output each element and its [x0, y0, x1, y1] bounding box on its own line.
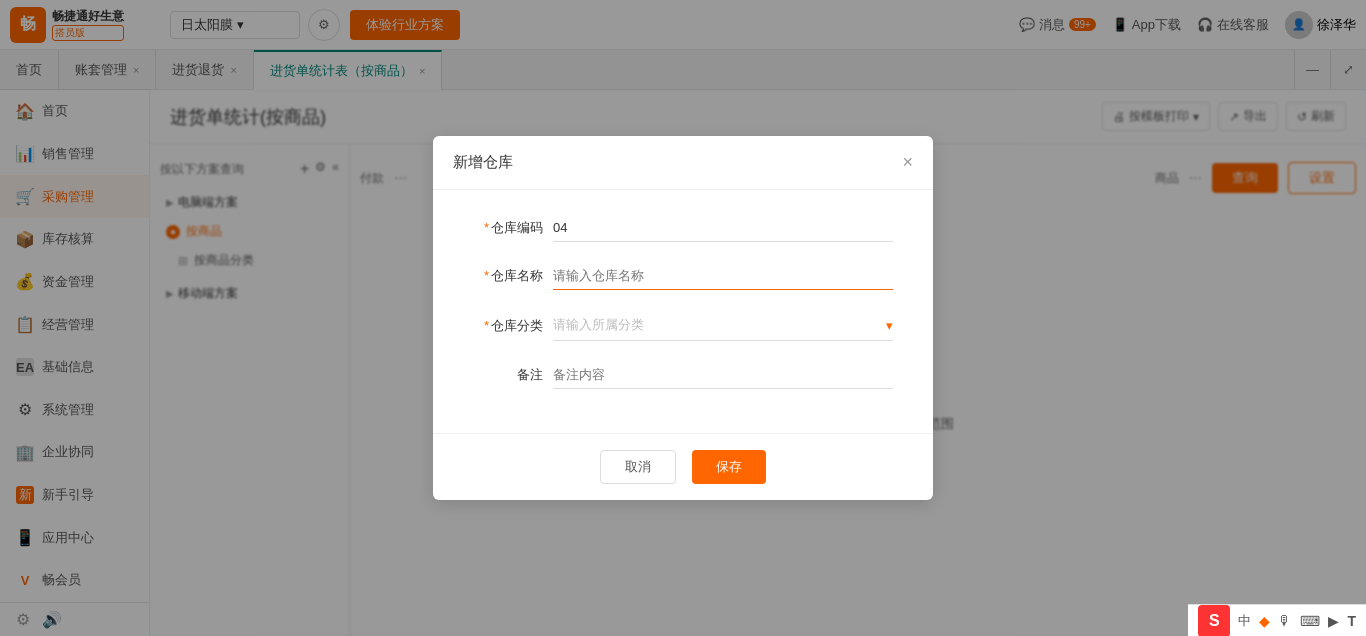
warehouse-category-row: 仓库分类 请输入所属分类 ▾	[473, 310, 893, 341]
dialog-close-button[interactable]: ×	[902, 152, 913, 173]
warehouse-note-input[interactable]	[553, 361, 893, 389]
dialog-header: 新增仓库 ×	[433, 136, 933, 190]
bottom-status-bar: S 中 ◆ 🎙 ⌨ ▶ T	[1188, 604, 1366, 636]
warehouse-note-row: 备注	[473, 361, 893, 389]
mic-icon[interactable]: 🎙	[1278, 613, 1292, 629]
warehouse-code-row: 仓库编码	[473, 214, 893, 242]
warehouse-code-label: 仓库编码	[473, 219, 553, 237]
dialog-body: 仓库编码 仓库名称 仓库分类 请输入所属分类 ▾ 备注	[433, 190, 933, 433]
warehouse-name-row: 仓库名称	[473, 262, 893, 290]
play-icon[interactable]: ▶	[1328, 613, 1339, 629]
cancel-button[interactable]: 取消	[600, 450, 676, 484]
category-placeholder: 请输入所属分类	[553, 316, 644, 334]
save-button[interactable]: 保存	[692, 450, 766, 484]
warehouse-name-input[interactable]	[553, 262, 893, 290]
s-logo: S	[1198, 605, 1230, 637]
warehouse-name-label: 仓库名称	[473, 267, 553, 285]
dialog-footer: 取消 保存	[433, 433, 933, 500]
dialog-title: 新增仓库	[453, 153, 513, 172]
text-icon[interactable]: T	[1347, 613, 1356, 629]
warehouse-note-label: 备注	[473, 366, 553, 384]
category-chevron-icon: ▾	[886, 318, 893, 333]
new-warehouse-dialog: 新增仓库 × 仓库编码 仓库名称 仓库分类 请输入所属分类 ▾	[433, 136, 933, 500]
warehouse-category-select[interactable]: 请输入所属分类 ▾	[553, 310, 893, 341]
warehouse-category-label: 仓库分类	[473, 317, 553, 335]
warehouse-code-input[interactable]	[553, 214, 893, 242]
diamond-icon[interactable]: ◆	[1259, 613, 1270, 629]
keyboard-icon[interactable]: ⌨	[1300, 613, 1320, 629]
modal-overlay: 新增仓库 × 仓库编码 仓库名称 仓库分类 请输入所属分类 ▾	[0, 0, 1366, 636]
zh-icon[interactable]: 中	[1238, 612, 1251, 630]
